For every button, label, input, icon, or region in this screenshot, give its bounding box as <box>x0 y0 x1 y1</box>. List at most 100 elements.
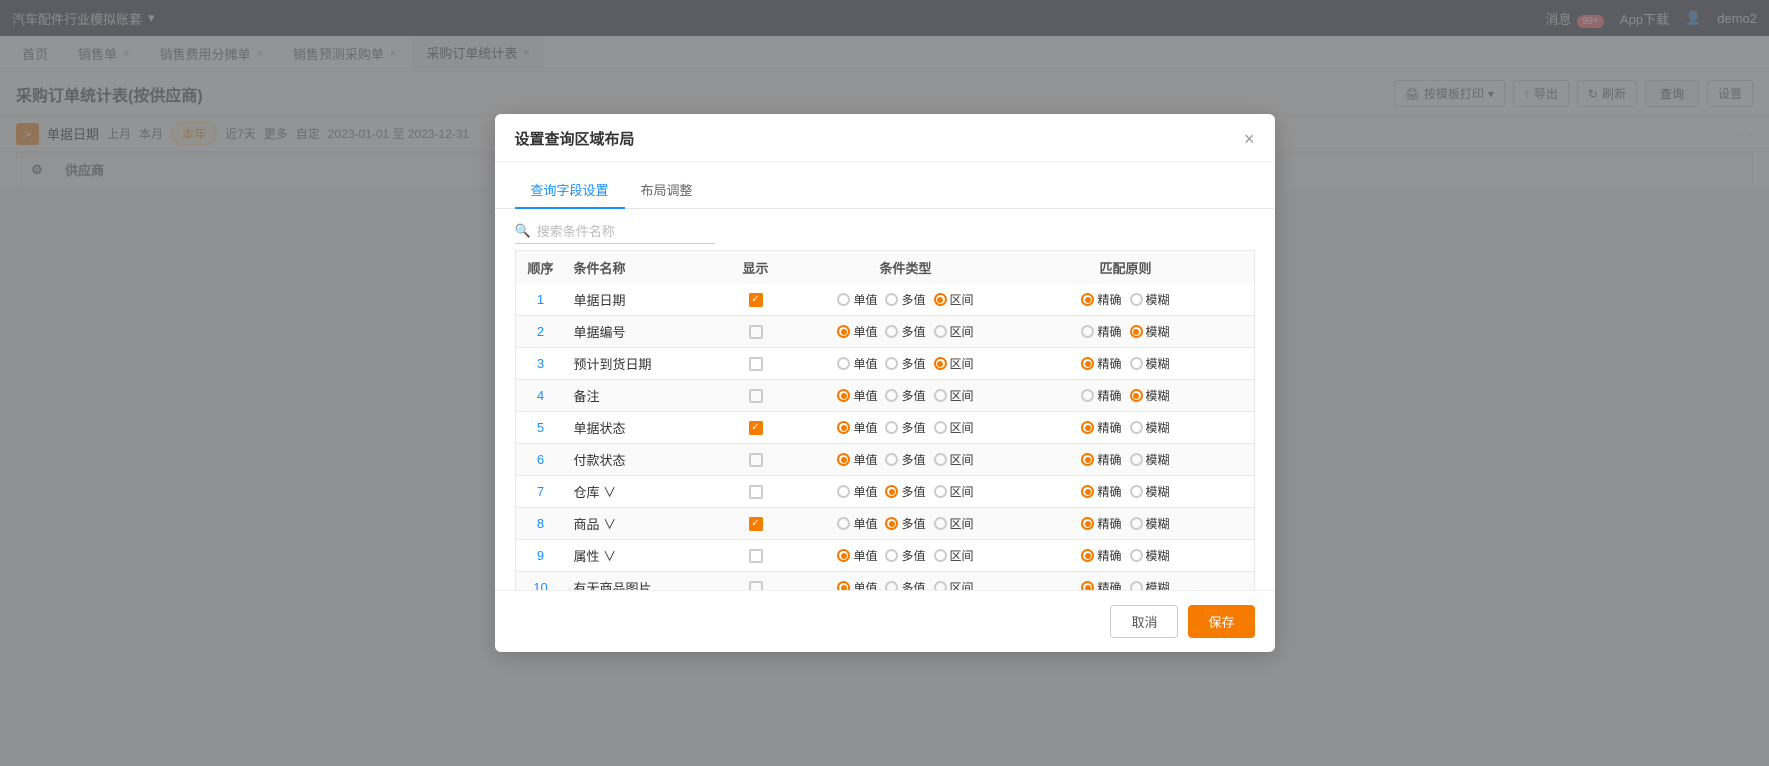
tab-query-fields[interactable]: 查询字段设置 <box>515 172 625 209</box>
match-radio-精确[interactable]: 精确 <box>1081 483 1121 500</box>
radio-circle <box>1130 421 1143 434</box>
type-radio-区间[interactable]: 区间 <box>934 291 974 308</box>
radio-circle <box>934 325 947 338</box>
display-checkbox[interactable] <box>749 325 763 339</box>
type-radio-区间[interactable]: 区间 <box>934 419 974 436</box>
cancel-button[interactable]: 取消 <box>1110 605 1178 638</box>
type-radio-多值[interactable]: 多值 <box>885 387 925 404</box>
table-row: 6付款状态单值多值区间精确模糊 <box>515 444 1255 476</box>
row-type: 单值多值区间 <box>786 323 1026 340</box>
match-radio-模糊[interactable]: 模糊 <box>1130 451 1170 468</box>
header-type: 条件类型 <box>786 258 1026 277</box>
display-checkbox[interactable] <box>749 549 763 563</box>
row-name: 预计到货日期 <box>566 354 726 373</box>
row-display[interactable] <box>726 293 786 307</box>
match-radio-精确[interactable]: 精确 <box>1081 547 1121 564</box>
type-radio-区间[interactable]: 区间 <box>934 323 974 340</box>
type-radio-多值[interactable]: 多值 <box>885 579 925 590</box>
row-display[interactable] <box>726 517 786 531</box>
match-radio-精确[interactable]: 精确 <box>1081 387 1121 404</box>
search-wrap: 🔍 <box>515 219 715 244</box>
display-checkbox[interactable] <box>749 581 763 591</box>
display-checkbox[interactable] <box>749 421 763 435</box>
type-radio-区间[interactable]: 区间 <box>934 387 974 404</box>
dialog-tabs: 查询字段设置 布局调整 <box>495 162 1275 209</box>
row-display[interactable] <box>726 357 786 371</box>
match-radio-模糊[interactable]: 模糊 <box>1130 515 1170 532</box>
type-radio-多值[interactable]: 多值 <box>885 355 925 372</box>
display-checkbox[interactable] <box>749 485 763 499</box>
radio-circle <box>1081 357 1094 370</box>
row-display[interactable] <box>726 389 786 403</box>
match-radio-精确[interactable]: 精确 <box>1081 515 1121 532</box>
row-name: 仓库 ∨ <box>566 482 726 501</box>
type-radio-区间[interactable]: 区间 <box>934 515 974 532</box>
header-name: 条件名称 <box>566 258 726 277</box>
type-radio-多值[interactable]: 多值 <box>885 419 925 436</box>
row-match: 精确模糊 <box>1026 579 1226 590</box>
type-radio-区间[interactable]: 区间 <box>934 547 974 564</box>
type-radio-单值[interactable]: 单值 <box>837 451 877 468</box>
match-radio-模糊[interactable]: 模糊 <box>1130 419 1170 436</box>
type-radio-单值[interactable]: 单值 <box>837 419 877 436</box>
match-radio-模糊[interactable]: 模糊 <box>1130 547 1170 564</box>
type-radio-单值[interactable]: 单值 <box>837 323 877 340</box>
type-radio-单值[interactable]: 单值 <box>837 483 877 500</box>
row-display[interactable] <box>726 453 786 467</box>
row-order: 1 <box>516 292 566 307</box>
row-display[interactable] <box>726 485 786 499</box>
type-radio-多值[interactable]: 多值 <box>885 547 925 564</box>
search-icon: 🔍 <box>515 223 531 239</box>
match-radio-模糊[interactable]: 模糊 <box>1130 579 1170 590</box>
radio-circle <box>1081 325 1094 338</box>
type-radio-多值[interactable]: 多值 <box>885 515 925 532</box>
display-checkbox[interactable] <box>749 389 763 403</box>
match-radio-精确[interactable]: 精确 <box>1081 579 1121 590</box>
type-radio-多值[interactable]: 多值 <box>885 323 925 340</box>
row-name: 单据状态 <box>566 418 726 437</box>
tab-layout-adjust[interactable]: 布局调整 <box>625 172 709 209</box>
save-button[interactable]: 保存 <box>1188 605 1254 638</box>
settings-dialog: 设置查询区域布局 × 查询字段设置 布局调整 🔍 顺序 条件名称 显示 <box>495 114 1275 652</box>
display-checkbox[interactable] <box>749 517 763 531</box>
type-radio-区间[interactable]: 区间 <box>934 355 974 372</box>
dialog-close-button[interactable]: × <box>1244 130 1255 148</box>
type-radio-单值[interactable]: 单值 <box>837 547 877 564</box>
type-radio-多值[interactable]: 多值 <box>885 483 925 500</box>
row-match: 精确模糊 <box>1026 451 1226 468</box>
row-match: 精确模糊 <box>1026 515 1226 532</box>
match-radio-模糊[interactable]: 模糊 <box>1130 355 1170 372</box>
radio-circle <box>934 453 947 466</box>
row-display[interactable] <box>726 549 786 563</box>
type-radio-单值[interactable]: 单值 <box>837 291 877 308</box>
match-radio-模糊[interactable]: 模糊 <box>1130 483 1170 500</box>
match-radio-精确[interactable]: 精确 <box>1081 451 1121 468</box>
type-radio-多值[interactable]: 多值 <box>885 291 925 308</box>
type-radio-单值[interactable]: 单值 <box>837 579 877 590</box>
display-checkbox[interactable] <box>749 357 763 371</box>
row-type: 单值多值区间 <box>786 483 1026 500</box>
row-display[interactable] <box>726 581 786 591</box>
match-radio-模糊[interactable]: 模糊 <box>1130 291 1170 308</box>
row-display[interactable] <box>726 421 786 435</box>
row-name: 商品 ∨ <box>566 514 726 533</box>
type-radio-单值[interactable]: 单值 <box>837 355 877 372</box>
radio-circle <box>934 485 947 498</box>
row-display[interactable] <box>726 325 786 339</box>
display-checkbox[interactable] <box>749 293 763 307</box>
search-input[interactable] <box>537 224 715 239</box>
match-radio-模糊[interactable]: 模糊 <box>1130 387 1170 404</box>
display-checkbox[interactable] <box>749 453 763 467</box>
match-radio-模糊[interactable]: 模糊 <box>1130 323 1170 340</box>
match-radio-精确[interactable]: 精确 <box>1081 291 1121 308</box>
type-radio-多值[interactable]: 多值 <box>885 451 925 468</box>
type-radio-单值[interactable]: 单值 <box>837 387 877 404</box>
match-radio-精确[interactable]: 精确 <box>1081 419 1121 436</box>
match-radio-精确[interactable]: 精确 <box>1081 355 1121 372</box>
type-radio-单值[interactable]: 单值 <box>837 515 877 532</box>
match-radio-精确[interactable]: 精确 <box>1081 323 1121 340</box>
type-radio-区间[interactable]: 区间 <box>934 451 974 468</box>
radio-circle <box>837 325 850 338</box>
type-radio-区间[interactable]: 区间 <box>934 483 974 500</box>
type-radio-区间[interactable]: 区间 <box>934 579 974 590</box>
